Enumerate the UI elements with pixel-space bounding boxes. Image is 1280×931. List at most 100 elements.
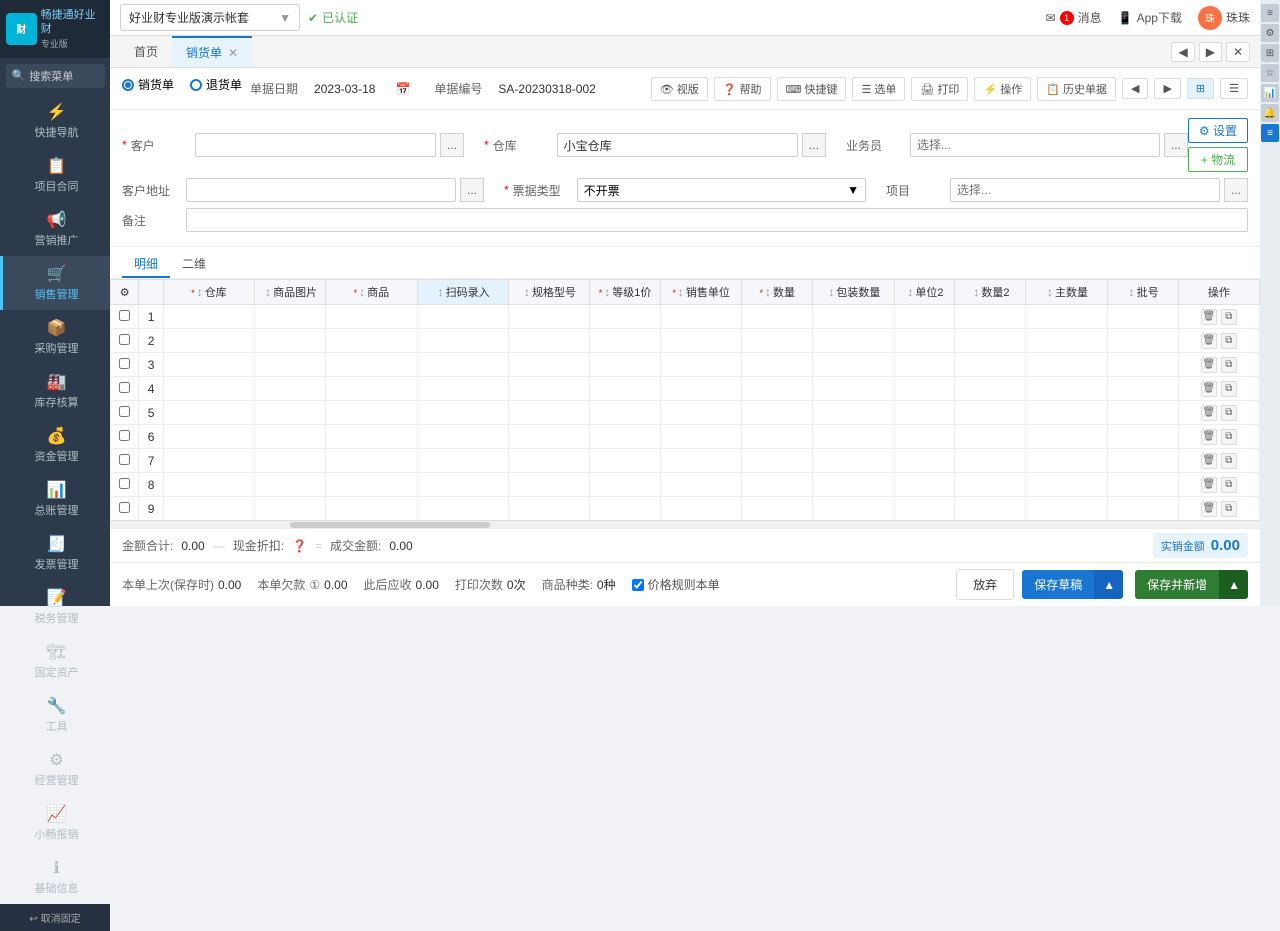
sidebar-item-finance[interactable]: 💰 资金管理 [0,418,110,472]
row-1-cell-3[interactable] [417,305,508,329]
row-3-cell-10[interactable] [955,353,1026,377]
row-2-cell-11[interactable] [1026,329,1107,353]
row-7-cell-1[interactable] [255,449,326,473]
right-icon-3[interactable]: ⊞ [1261,44,1279,62]
row-8-cell-3[interactable] [417,473,508,497]
row-9-cell-12[interactable] [1107,497,1178,521]
row-1-cell-7[interactable] [742,305,813,329]
row-7-cell-8[interactable] [813,449,894,473]
help-btn[interactable]: ❓ 帮助 [714,77,771,101]
tab-sales-order[interactable]: 销货单 ✕ [172,36,252,67]
salesperson-input[interactable] [910,133,1160,157]
row-9-cell-4[interactable] [508,497,589,521]
sidebar-item-operations[interactable]: ⚙ 经营管理 [0,742,110,796]
grid-view-btn[interactable]: ⊞ [1187,78,1214,99]
row-2-cell-7[interactable] [742,329,813,353]
row-4-cell-1[interactable] [255,377,326,401]
row-7-cell-2[interactable] [326,449,417,473]
row-3-cell-4[interactable] [508,353,589,377]
sidebar-item-purchase[interactable]: 📦 采购管理 [0,310,110,364]
row-6-cell-12[interactable] [1107,425,1178,449]
sidebar-item-fixed-assets[interactable]: 🏗 固定资产 [0,634,110,688]
row-6-cell-9[interactable] [894,425,955,449]
row-1-cell-2[interactable] [326,305,417,329]
row-3-cell-8[interactable] [813,353,894,377]
row-7-checkbox[interactable] [111,449,139,473]
row-2-cell-6[interactable] [661,329,742,353]
row-9-cell-8[interactable] [813,497,894,521]
row-9-cell-2[interactable] [326,497,417,521]
row-2-cell-1[interactable] [255,329,326,353]
tab-detail[interactable]: 明细 [122,251,170,278]
row-8-cell-1[interactable] [255,473,326,497]
row-3-cell-6[interactable] [661,353,742,377]
right-icon-4[interactable]: ☆ [1261,64,1279,82]
tab-close-all-btn[interactable]: ✕ [1226,42,1250,62]
row-5-cell-5[interactable] [590,401,661,425]
row-7-cell-9[interactable] [894,449,955,473]
row-4-copy-btn[interactable]: ⧉ [1221,381,1237,397]
row-5-cell-7[interactable] [742,401,813,425]
row-8-cell-8[interactable] [813,473,894,497]
col-batch-header[interactable]: ↕批号 [1107,280,1178,305]
row-6-cell-8[interactable] [813,425,894,449]
calendar-icon[interactable]: 📅 [395,82,410,96]
row-3-cell-1[interactable] [255,353,326,377]
sidebar-item-basic-info[interactable]: ℹ 基础信息 [0,850,110,904]
warehouse-input[interactable] [557,133,798,157]
customer-select-btn[interactable]: ... [440,133,464,157]
row-6-cell-5[interactable] [590,425,661,449]
sidebar-item-tax[interactable]: 📝 税务管理 [0,580,110,634]
row-8-cell-7[interactable] [742,473,813,497]
user-avatar[interactable]: 珠 珠珠 [1198,6,1250,30]
row-9-cell-11[interactable] [1026,497,1107,521]
row-1-cell-11[interactable] [1026,305,1107,329]
row-1-cell-8[interactable] [813,305,894,329]
row-1-copy-btn[interactable]: ⧉ [1221,309,1237,325]
row-5-cell-3[interactable] [417,401,508,425]
row-4-cell-5[interactable] [590,377,661,401]
row-1-cell-12[interactable] [1107,305,1178,329]
discount-help-icon[interactable]: ❓ [292,539,307,553]
row-5-cell-11[interactable] [1026,401,1107,425]
shortcut-btn[interactable]: ⌨ 快捷键 [777,77,847,101]
tab-close-btn[interactable]: ✕ [228,46,238,60]
save-new-arrow-btn[interactable]: ▲ [1219,570,1248,599]
row-7-cell-11[interactable] [1026,449,1107,473]
col-price1-header[interactable]: *↕等级1价 [590,280,661,305]
row-5-cell-4[interactable] [508,401,589,425]
col-product-img-header[interactable]: ↕商品图片 [255,280,326,305]
sidebar-item-marketing[interactable]: 📢 营销推广 [0,202,110,256]
row-3-cell-7[interactable] [742,353,813,377]
row-3-cell-9[interactable] [894,353,955,377]
row-8-cell-9[interactable] [894,473,955,497]
next-record-btn[interactable]: ▶ [1154,78,1180,99]
row-6-delete-btn[interactable]: 🗑 [1201,429,1217,445]
row-7-cell-5[interactable] [590,449,661,473]
row-7-cell-6[interactable] [661,449,742,473]
price-rule-check[interactable] [632,579,644,591]
row-2-cell-4[interactable] [508,329,589,353]
row-6-cell-0[interactable] [163,425,254,449]
sidebar-item-reports[interactable]: 📈 小畅报销 [0,796,110,850]
horizontal-scrollbar[interactable] [110,520,1260,528]
row-6-cell-6[interactable] [661,425,742,449]
row-6-cell-7[interactable] [742,425,813,449]
cancel-fixed-btn[interactable]: ↩ 取消固定 [0,904,110,931]
tab-2d[interactable]: 二维 [170,251,218,278]
col-settings-header[interactable]: ⚙ [111,280,139,305]
row-1-cell-9[interactable] [894,305,955,329]
row-9-copy-btn[interactable]: ⧉ [1221,501,1237,517]
history-btn[interactable]: 📋 历史单据 [1037,77,1116,101]
row-3-copy-btn[interactable]: ⧉ [1221,357,1237,373]
row-2-cell-0[interactable] [163,329,254,353]
col-main-qty-header[interactable]: ↕主数量 [1026,280,1107,305]
ops-btn[interactable]: ⚡ 操作 [974,77,1031,101]
row-4-cell-4[interactable] [508,377,589,401]
row-7-cell-3[interactable] [417,449,508,473]
col-product-header[interactable]: *↕商品 [326,280,417,305]
col-spec-header[interactable]: ↕规格型号 [508,280,589,305]
row-3-cell-5[interactable] [590,353,661,377]
search-menu[interactable]: 🔍 搜索菜单 [6,64,105,88]
row-5-cell-6[interactable] [661,401,742,425]
